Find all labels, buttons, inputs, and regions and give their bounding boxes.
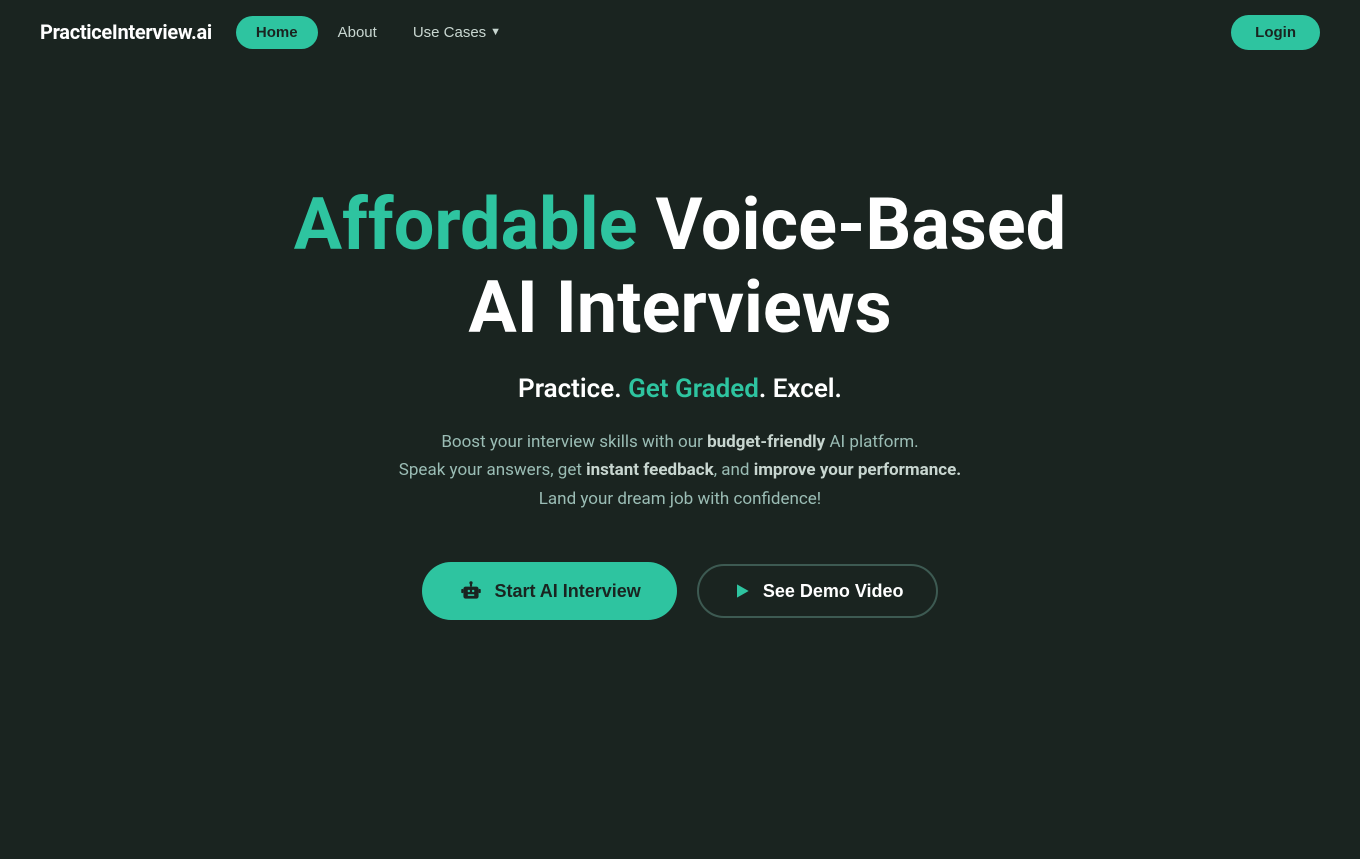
hero-subtitle: Practice. Get Graded. Excel. (518, 374, 842, 404)
hero-desc-line2-bold1: instant feedback (586, 460, 714, 480)
hero-desc-line1-bold: budget-friendly (707, 432, 825, 452)
start-ai-interview-button[interactable]: Start AI Interview (422, 562, 676, 620)
nav-links: Home About Use Cases ▼ (236, 16, 517, 49)
nav-left: PracticeInterview.ai Home About Use Case… (40, 16, 517, 49)
nav-use-cases-button[interactable]: Use Cases ▼ (397, 16, 517, 49)
hero-desc-line1-end: AI platform. (825, 432, 918, 452)
hero-title-line2: AI Interviews (468, 265, 891, 350)
hero-desc-line1-start: Boost your interview skills with our (441, 432, 707, 452)
hero-section: Affordable Voice-Based AI Interviews Pra… (0, 64, 1360, 620)
hero-buttons: Start AI Interview See Demo Video (422, 562, 937, 620)
nav-home-button[interactable]: Home (236, 16, 318, 49)
hero-title-rest: Voice-Based (638, 182, 1067, 267)
nav-right: Login (1231, 15, 1320, 50)
hero-desc-line2-bold2: improve your performance. (754, 460, 961, 480)
brand-name: PracticeInterview.ai (40, 20, 212, 44)
hero-subtitle-accent: Get Graded (628, 374, 759, 404)
nav-about-button[interactable]: About (322, 16, 393, 49)
hero-desc-line2-start: Speak your answers, get (399, 460, 586, 480)
start-ai-interview-label: Start AI Interview (494, 581, 640, 602)
play-icon (731, 580, 753, 602)
login-button[interactable]: Login (1231, 15, 1320, 50)
hero-title: Affordable Voice-Based AI Interviews (294, 184, 1066, 350)
hero-subtitle-end: . Excel. (759, 374, 842, 404)
see-demo-video-button[interactable]: See Demo Video (697, 564, 938, 618)
hero-desc-line3: Land your dream job with confidence! (539, 489, 821, 509)
robot-icon (458, 578, 484, 604)
hero-description: Boost your interview skills with our bud… (399, 428, 961, 515)
chevron-down-icon: ▼ (490, 26, 501, 38)
hero-title-accent: Affordable (294, 182, 638, 267)
hero-desc-line2-mid: , and (714, 460, 754, 480)
hero-subtitle-start: Practice. (518, 374, 628, 404)
see-demo-video-label: See Demo Video (763, 581, 904, 602)
navbar: PracticeInterview.ai Home About Use Case… (0, 0, 1360, 64)
